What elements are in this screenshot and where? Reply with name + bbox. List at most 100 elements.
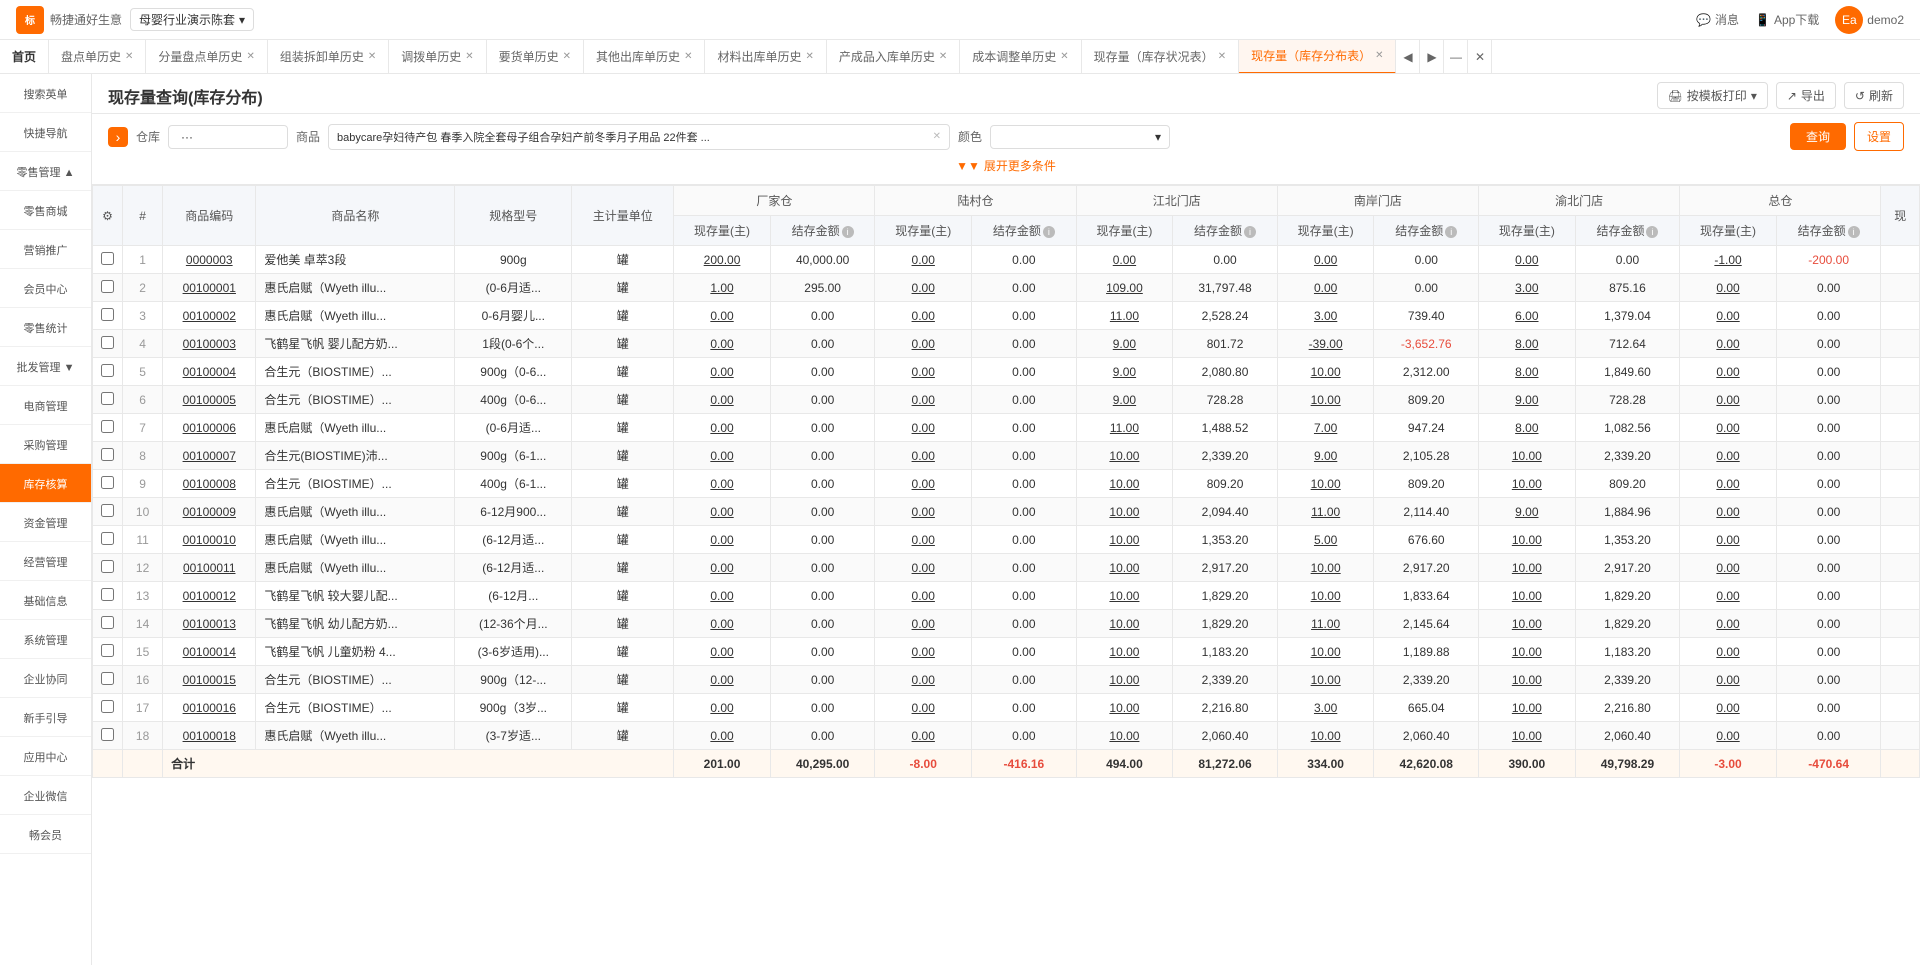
sidebar-item-purchase[interactable]: 采购管理 xyxy=(0,425,91,464)
sidebar-item-retail-mall[interactable]: 零售商城 xyxy=(0,191,91,230)
tab-close-all-btn[interactable]: ✕ xyxy=(1468,40,1492,74)
tab-stocktake-close[interactable]: ✕ xyxy=(125,51,133,62)
cell-code[interactable]: 00100003 xyxy=(163,330,256,358)
row-checkbox[interactable] xyxy=(101,672,114,685)
setting-btn[interactable]: 设置 xyxy=(1854,122,1904,151)
cell-code[interactable]: 00100012 xyxy=(163,582,256,610)
cell-total-qty[interactable]: 0.00 xyxy=(1680,470,1777,498)
cell-ybmd-qty[interactable]: 10.00 xyxy=(1479,694,1576,722)
cell-ybmd-qty[interactable]: 8.00 xyxy=(1479,330,1576,358)
expand-more-btn[interactable]: ▼▼ 展开更多条件 xyxy=(108,155,1904,176)
sidebar-item-new-guide[interactable]: 新手引导 xyxy=(0,698,91,737)
cell-jbmd-qty[interactable]: 10.00 xyxy=(1076,470,1173,498)
cell-ybmd-qty[interactable]: 3.00 xyxy=(1479,274,1576,302)
cell-ybmd-qty[interactable]: 10.00 xyxy=(1479,526,1576,554)
sidebar-item-corp-collab[interactable]: 企业协同 xyxy=(0,659,91,698)
cell-checkbox[interactable] xyxy=(93,330,123,358)
cell-namd-qty[interactable]: -39.00 xyxy=(1277,330,1374,358)
cell-lcc-qty[interactable]: 0.00 xyxy=(875,610,972,638)
cell-ybmd-qty[interactable]: 10.00 xyxy=(1479,610,1576,638)
cell-lcc-qty[interactable]: 0.00 xyxy=(875,386,972,414)
cell-cgc-qty[interactable]: 0.00 xyxy=(674,386,771,414)
cell-code[interactable]: 00100002 xyxy=(163,302,256,330)
cell-lcc-qty[interactable]: 0.00 xyxy=(875,330,972,358)
cell-total-qty[interactable]: -1.00 xyxy=(1680,246,1777,274)
message-btn[interactable]: 💬 消息 xyxy=(1696,11,1739,28)
cell-ybmd-qty[interactable]: 10.00 xyxy=(1479,638,1576,666)
cell-cgc-qty[interactable]: 0.00 xyxy=(674,610,771,638)
cell-namd-qty[interactable]: 11.00 xyxy=(1277,498,1374,526)
row-checkbox[interactable] xyxy=(101,504,114,517)
sidebar-item-ecommerce[interactable]: 电商管理 xyxy=(0,386,91,425)
cell-cgc-qty[interactable]: 1.00 xyxy=(674,274,771,302)
cell-checkbox[interactable] xyxy=(93,470,123,498)
cell-total-qty[interactable]: 0.00 xyxy=(1680,386,1777,414)
ybmd-amt-info[interactable]: i xyxy=(1646,226,1658,238)
cell-jbmd-qty[interactable]: 11.00 xyxy=(1076,302,1173,330)
cell-total-qty[interactable]: 0.00 xyxy=(1680,666,1777,694)
sidebar-item-member[interactable]: 会员中心 xyxy=(0,269,91,308)
cell-total-qty[interactable]: 0.00 xyxy=(1680,610,1777,638)
row-checkbox[interactable] xyxy=(101,644,114,657)
cell-checkbox[interactable] xyxy=(93,274,123,302)
cell-cgc-qty[interactable]: 0.00 xyxy=(674,582,771,610)
cell-code[interactable]: 0000003 xyxy=(163,246,256,274)
search-btn[interactable]: 查询 xyxy=(1790,123,1846,150)
cgc-amt-info[interactable]: i xyxy=(842,226,854,238)
row-checkbox[interactable] xyxy=(101,616,114,629)
cell-ybmd-qty[interactable]: 10.00 xyxy=(1479,582,1576,610)
cell-ybmd-qty[interactable]: 9.00 xyxy=(1479,498,1576,526)
tab-assemble[interactable]: 组装拆卸单历史 ✕ xyxy=(268,40,389,74)
cell-ybmd-qty[interactable]: 10.00 xyxy=(1479,470,1576,498)
sidebar-item-finance[interactable]: 资金管理 xyxy=(0,503,91,542)
cell-jbmd-qty[interactable]: 10.00 xyxy=(1076,638,1173,666)
tab-stock-dist-close[interactable]: ✕ xyxy=(1375,50,1383,61)
cell-jbmd-qty[interactable]: 10.00 xyxy=(1076,526,1173,554)
cell-checkbox[interactable] xyxy=(93,498,123,526)
cell-cgc-qty[interactable]: 0.00 xyxy=(674,358,771,386)
tab-demand-close[interactable]: ✕ xyxy=(563,51,571,62)
sidebar-item-basic-info[interactable]: 基础信息 xyxy=(0,581,91,620)
cell-lcc-qty[interactable]: 0.00 xyxy=(875,638,972,666)
sidebar-item-marketing[interactable]: 营销推广 xyxy=(0,230,91,269)
sidebar-item-search-hero[interactable]: 搜索英单 xyxy=(0,74,91,113)
cell-jbmd-qty[interactable]: 10.00 xyxy=(1076,694,1173,722)
row-checkbox[interactable] xyxy=(101,364,114,377)
jbmd-amt-info[interactable]: i xyxy=(1244,226,1256,238)
cell-lcc-qty[interactable]: 0.00 xyxy=(875,442,972,470)
sidebar-item-retail-stats[interactable]: 零售统计 xyxy=(0,308,91,347)
warehouse-select[interactable]: ··· xyxy=(168,125,288,149)
cell-code[interactable]: 00100018 xyxy=(163,722,256,750)
cell-checkbox[interactable] xyxy=(93,526,123,554)
tab-cost-adjust[interactable]: 成本调整单历史 ✕ xyxy=(960,40,1081,74)
cell-lcc-qty[interactable]: 0.00 xyxy=(875,274,972,302)
tab-other-out-close[interactable]: ✕ xyxy=(684,51,692,62)
row-checkbox[interactable] xyxy=(101,588,114,601)
cell-code[interactable]: 00100010 xyxy=(163,526,256,554)
sidebar-item-changyou[interactable]: 畅会员 xyxy=(0,815,91,854)
cell-total-qty[interactable]: 0.00 xyxy=(1680,414,1777,442)
total-amt-info[interactable]: i xyxy=(1848,226,1860,238)
cell-namd-qty[interactable]: 10.00 xyxy=(1277,470,1374,498)
product-clear-icon[interactable]: ✕ xyxy=(933,131,941,142)
cell-ybmd-qty[interactable]: 0.00 xyxy=(1479,246,1576,274)
th-settings[interactable]: ⚙ xyxy=(93,186,123,246)
cell-code[interactable]: 00100004 xyxy=(163,358,256,386)
cell-namd-qty[interactable]: 10.00 xyxy=(1277,582,1374,610)
cell-jbmd-qty[interactable]: 9.00 xyxy=(1076,386,1173,414)
print-btn[interactable]: 🖨 按模板打印 ▾ xyxy=(1657,82,1768,109)
cell-total-qty[interactable]: 0.00 xyxy=(1680,722,1777,750)
cell-cgc-qty[interactable]: 0.00 xyxy=(674,302,771,330)
cell-ybmd-qty[interactable]: 8.00 xyxy=(1479,358,1576,386)
row-checkbox[interactable] xyxy=(101,448,114,461)
tab-product-in[interactable]: 产成品入库单历史 ✕ xyxy=(827,40,960,74)
cell-lcc-qty[interactable]: 0.00 xyxy=(875,498,972,526)
cell-code[interactable]: 00100007 xyxy=(163,442,256,470)
cell-jbmd-qty[interactable]: 11.00 xyxy=(1076,414,1173,442)
tab-branch-close[interactable]: ✕ xyxy=(246,51,254,62)
color-select[interactable]: ▾ xyxy=(990,125,1170,149)
cell-checkbox[interactable] xyxy=(93,246,123,274)
cell-ybmd-qty[interactable]: 10.00 xyxy=(1479,442,1576,470)
cell-jbmd-qty[interactable]: 0.00 xyxy=(1076,246,1173,274)
cell-checkbox[interactable] xyxy=(93,554,123,582)
